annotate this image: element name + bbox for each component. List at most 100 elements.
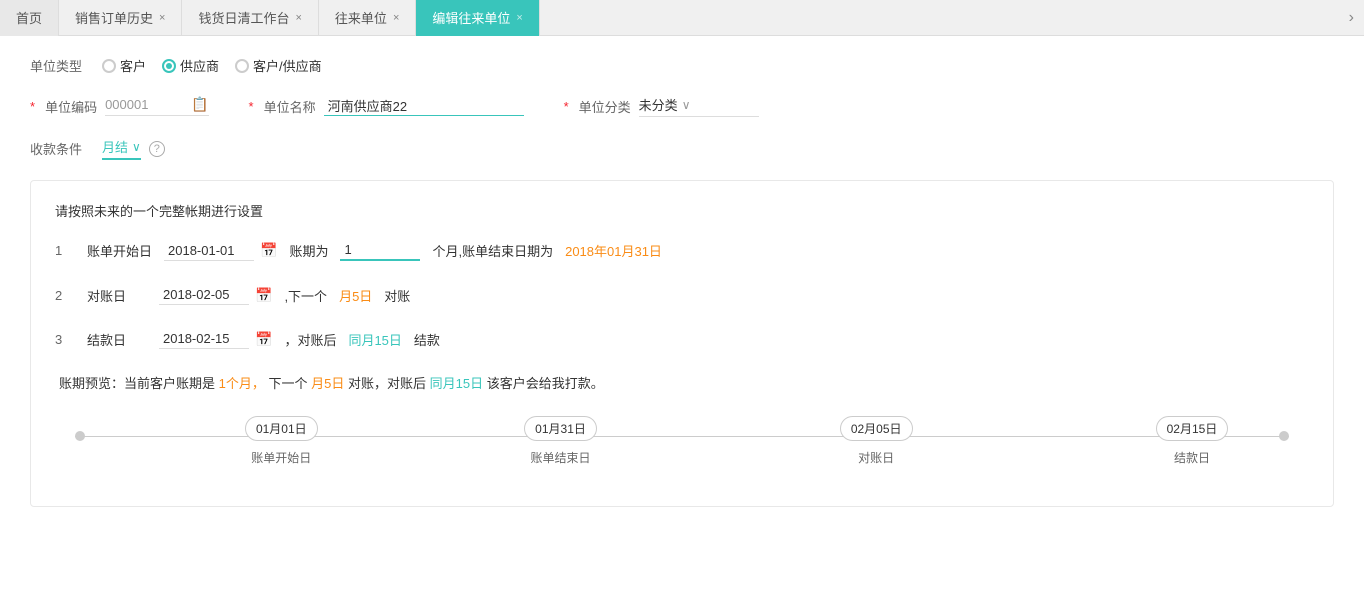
unit-category-star: *: [564, 99, 569, 114]
settings-box: 请按照未来的一个完整帐期进行设置 1 账单开始日 2018-01-01 📅 账期…: [30, 180, 1334, 507]
row-1-period-input[interactable]: [340, 240, 420, 261]
unit-name-star: *: [249, 99, 254, 114]
unit-name-input[interactable]: [324, 96, 524, 116]
unit-code-name-row: * 单位编码 📋 * 单位名称 * 单位分类 未分类 ∨: [30, 95, 1334, 117]
timeline-node-1: 01月31日 账单结束日: [524, 416, 597, 466]
radio-both-circle: [235, 59, 249, 73]
row-3-date: 2018-02-15: [159, 329, 249, 349]
unit-name-label: 单位名称: [264, 97, 316, 116]
row-3-date-wrapper: 2018-02-15 📅: [159, 329, 272, 349]
row-2-calendar-icon[interactable]: 📅: [255, 287, 272, 304]
timeline-label-2: 对账日: [858, 449, 894, 466]
radio-customer-label: 客户: [120, 56, 146, 75]
row-3-label: 结款日: [87, 330, 147, 349]
timeline-node-3: 02月15日 结款日: [1156, 416, 1229, 466]
tab-expand-icon[interactable]: ›: [1339, 9, 1364, 27]
radio-supplier-label: 供应商: [180, 56, 219, 75]
radio-both-label: 客户/供应商: [253, 56, 322, 75]
timeline-node-0: 01月01日 账单开始日: [245, 416, 318, 466]
row-2-desc-suffix: 对账: [384, 286, 410, 305]
main-content: 单位类型 客户 供应商 客户/供应商 * 单位编码 📋: [0, 36, 1364, 608]
settings-title: 请按照未来的一个完整帐期进行设置: [55, 201, 1309, 220]
timeline-end-dot: [1279, 431, 1289, 441]
payment-condition-select[interactable]: 月结 ∨: [102, 137, 141, 160]
unit-name-group: * 单位名称: [249, 96, 524, 116]
tab-sales-history[interactable]: 销售订单历史 ×: [59, 0, 182, 36]
tab-bar: 首页 销售订单历史 × 钱货日清工作台 × 往来单位 × 编辑往来单位 × ›: [0, 0, 1364, 36]
payment-condition-value: 月结: [102, 137, 128, 156]
timeline-label-0: 账单开始日: [251, 449, 311, 466]
tab-cash-work-label: 钱货日清工作台: [198, 8, 289, 27]
settings-row-2: 2 对账日 2018-02-05 📅 ,下一个 月5日 对账: [55, 285, 1309, 305]
radio-supplier[interactable]: 供应商: [162, 56, 219, 75]
row-1-highlight: 2018年01月31日: [565, 241, 662, 260]
preview-highlight2: 月5日: [311, 376, 344, 391]
row-2-label: 对账日: [87, 286, 147, 305]
unit-type-row: 单位类型 客户 供应商 客户/供应商: [30, 56, 1334, 75]
row-1-num: 1: [55, 243, 75, 258]
timeline-container: 01月01日 账单开始日 01月31日 账单结束日 02月05日 对账日 02月…: [55, 416, 1309, 486]
unit-category-chevron-icon: ∨: [682, 98, 691, 112]
row-2-desc-prefix: ,下一个: [284, 286, 327, 305]
unit-category-label: 单位分类: [579, 97, 631, 116]
unit-code-input-wrapper: 📋: [105, 96, 208, 116]
tab-cash-work[interactable]: 钱货日清工作台 ×: [182, 0, 318, 36]
radio-customer-circle: [102, 59, 116, 73]
timeline-badge-3: 02月15日: [1156, 416, 1229, 441]
tab-sales-history-label: 销售订单历史: [75, 8, 153, 27]
row-3-calendar-icon[interactable]: 📅: [255, 331, 272, 348]
row-3-desc-prefix: ，对账后: [284, 330, 336, 349]
row-3-desc-suffix: 结款: [414, 330, 440, 349]
radio-supplier-circle: [162, 59, 176, 73]
unit-type-radio-group: 客户 供应商 客户/供应商: [102, 56, 322, 75]
row-2-date-wrapper: 2018-02-05 📅: [159, 285, 272, 305]
unit-code-star: *: [30, 99, 35, 114]
unit-code-calendar-icon[interactable]: 📋: [191, 96, 208, 113]
timeline-badge-0: 01月01日: [245, 416, 318, 441]
timeline-label-3: 结款日: [1174, 449, 1210, 466]
unit-category-group: * 单位分类 未分类 ∨: [564, 95, 759, 117]
row-1-desc-after: 个月,账单结束日期为: [432, 241, 553, 260]
tab-edit-partner-close[interactable]: ×: [516, 12, 522, 24]
unit-code-group: * 单位编码 📋: [30, 96, 209, 116]
unit-code-input[interactable]: [105, 97, 185, 112]
timeline-node-2: 02月05日 对账日: [840, 416, 913, 466]
tab-edit-partner-label: 编辑往来单位: [432, 8, 510, 27]
preview-middle2: 对账，对账后: [348, 376, 426, 391]
tab-partner-unit[interactable]: 往来单位 ×: [319, 0, 416, 36]
timeline-badge-1: 01月31日: [524, 416, 597, 441]
tab-sales-history-close[interactable]: ×: [159, 12, 165, 24]
preview-highlight3: 同月15日: [430, 376, 483, 391]
row-2-date: 2018-02-05: [159, 285, 249, 305]
row-1-desc-before: 账期为: [289, 241, 328, 260]
preview-middle: 下一个: [269, 376, 308, 391]
row-1-date-wrapper: 2018-01-01 📅: [164, 241, 277, 261]
radio-customer[interactable]: 客户: [102, 56, 146, 75]
tab-cash-work-close[interactable]: ×: [295, 12, 301, 24]
row-1-label: 账单开始日: [87, 241, 152, 260]
row-3-desc-highlight: 同月15日: [348, 330, 401, 349]
tab-home-label: 首页: [16, 8, 42, 27]
settings-row-1: 1 账单开始日 2018-01-01 📅 账期为 个月,账单结束日期为 2018…: [55, 240, 1309, 261]
help-icon[interactable]: ?: [149, 141, 165, 157]
tab-edit-partner[interactable]: 编辑往来单位 ×: [416, 0, 539, 36]
row-1-calendar-icon[interactable]: 📅: [260, 242, 277, 259]
preview-section: 账期预览：当前客户账期是 1个月， 下一个 月5日 对账，对账后 同月15日 该…: [55, 373, 1309, 392]
payment-condition-chevron-icon: ∨: [132, 140, 141, 154]
settings-row-3: 3 结款日 2018-02-15 📅 ，对账后 同月15日 结款: [55, 329, 1309, 349]
unit-category-select[interactable]: 未分类 ∨: [639, 95, 759, 117]
payment-condition-label: 收款条件: [30, 139, 82, 158]
row-2-num: 2: [55, 288, 75, 303]
row-2-desc-highlight: 月5日: [339, 286, 372, 305]
tab-home[interactable]: 首页: [0, 0, 59, 36]
tab-partner-unit-close[interactable]: ×: [393, 12, 399, 24]
payment-condition-group: 月结 ∨ ?: [102, 137, 165, 160]
unit-code-label: 单位编码: [45, 97, 97, 116]
timeline-badge-2: 02月05日: [840, 416, 913, 441]
preview-highlight1: 1个月，: [219, 376, 265, 391]
timeline-label-1: 账单结束日: [531, 449, 591, 466]
tab-partner-unit-label: 往来单位: [335, 8, 387, 27]
unit-category-value: 未分类: [639, 95, 678, 114]
preview-prefix: 账期预览：当前客户账期是: [59, 376, 215, 391]
radio-both[interactable]: 客户/供应商: [235, 56, 322, 75]
